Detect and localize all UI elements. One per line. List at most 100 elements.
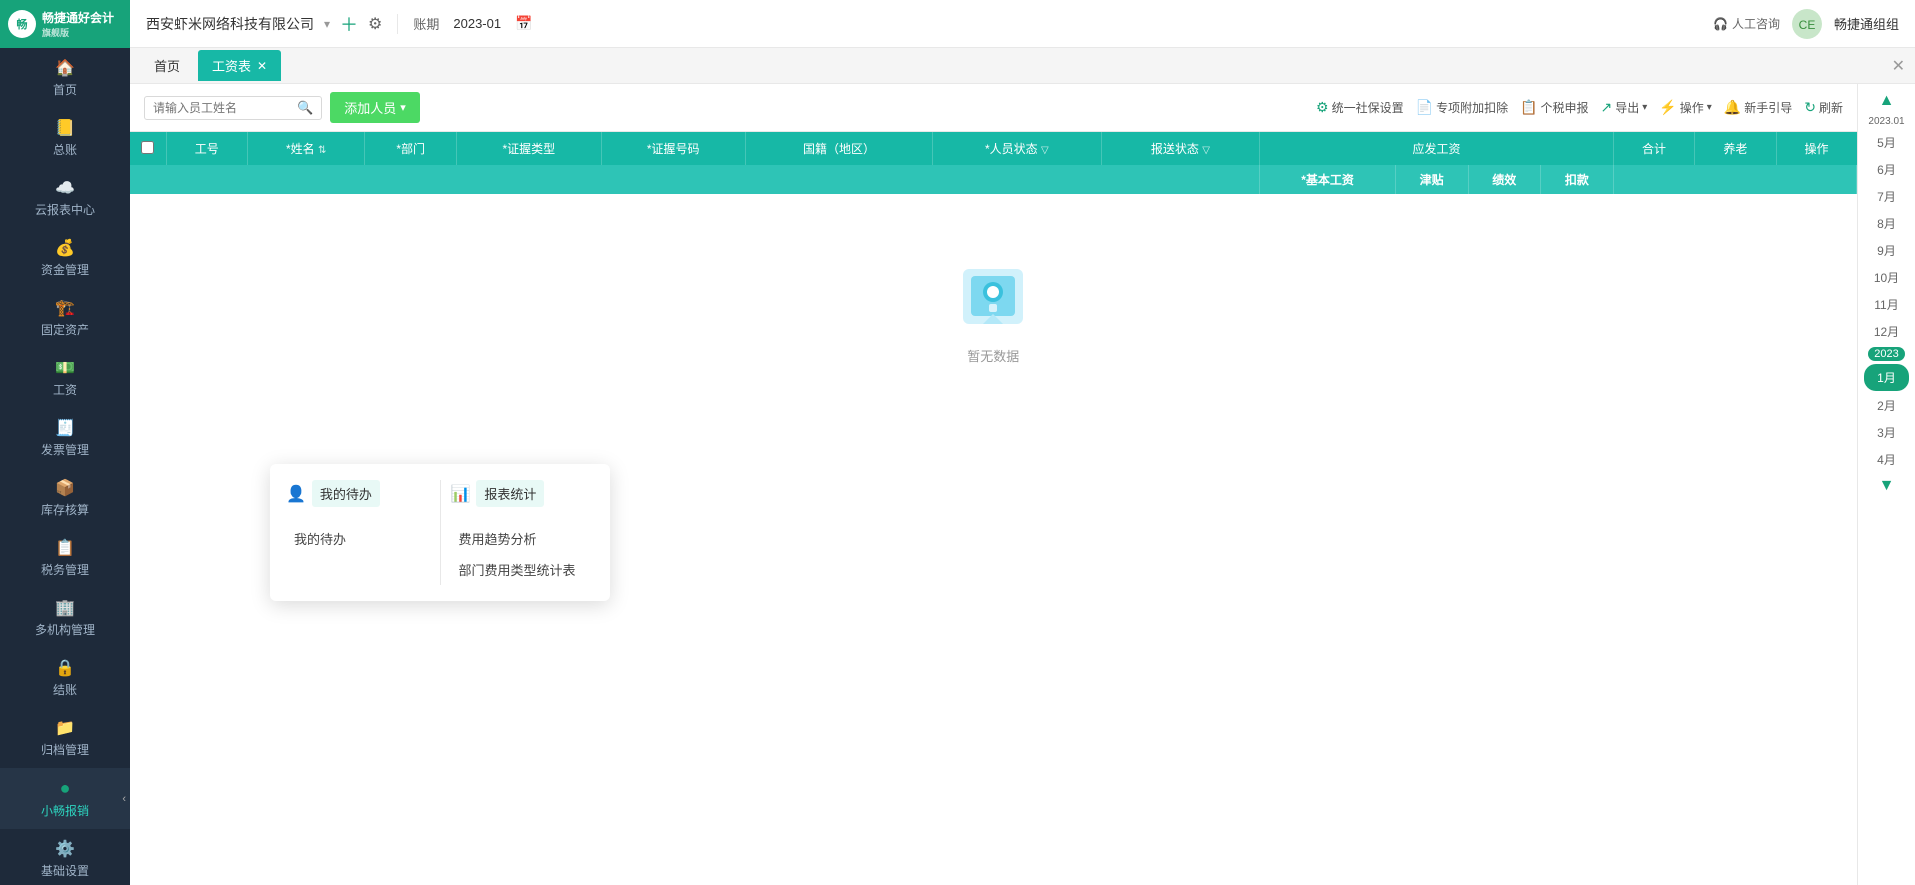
sidebar-label-multi: 多机构管理	[35, 621, 95, 638]
logo-text-group: 畅捷通好会计 旗舰版	[42, 9, 114, 39]
company-dropdown-icon[interactable]: ▾	[324, 17, 330, 31]
toolbar: 🔍 添加人员 ▾ ⚙ 统一社保设置 📄 专项附加扣除	[130, 84, 1857, 132]
popup-section2-label: 报表统计	[476, 480, 544, 507]
timeline-month-5[interactable]: 5月	[1858, 129, 1915, 156]
add-person-button[interactable]: 添加人员 ▾	[330, 92, 420, 123]
social-security-action[interactable]: ⚙ 统一社保设置	[1316, 99, 1404, 116]
operations-dropdown-icon: ▾	[1707, 102, 1712, 113]
timeline-month-4[interactable]: 4月	[1858, 446, 1915, 473]
popup-item-expense-trend[interactable]: 费用趋势分析	[451, 523, 595, 554]
social-security-label: 统一社保设置	[1332, 99, 1404, 116]
select-all-checkbox[interactable]	[141, 141, 154, 154]
popup-section1-label: 我的待办	[312, 480, 380, 507]
sidebar-label-assets: 固定资产	[41, 321, 89, 338]
tab-home[interactable]: 首页	[140, 50, 194, 81]
send-status-filter-icon[interactable]: ▽	[1202, 145, 1210, 156]
empty-state-text: 暂无数据	[967, 346, 1019, 365]
search-box: 🔍	[144, 96, 322, 120]
timeline-month-6[interactable]: 6月	[1858, 156, 1915, 183]
logo-sub: 旗舰版	[42, 26, 114, 39]
sidebar-item-archive[interactable]: 📁 归档管理	[0, 708, 130, 768]
refresh-action[interactable]: ↻ 刷新	[1804, 99, 1843, 116]
service-button[interactable]: 🎧 人工咨询	[1713, 15, 1780, 32]
status-filter-icon[interactable]: ▽	[1041, 145, 1049, 156]
period-value: 2023-01	[453, 16, 501, 31]
timeline-down-nav[interactable]: ▼	[1875, 473, 1899, 499]
tab-salary-table[interactable]: 工资表 ✕	[198, 50, 281, 81]
add-dropdown-arrow: ▾	[400, 101, 406, 114]
th-status: *人员状态 ▽	[932, 132, 1101, 165]
new-guide-action[interactable]: 🔔 新手引导	[1724, 99, 1792, 116]
sidebar-item-tax[interactable]: 📋 税务管理	[0, 528, 130, 588]
year-badge-2023: 2023	[1868, 347, 1904, 361]
timeline-month-12[interactable]: 12月	[1858, 318, 1915, 345]
th-spacer	[130, 165, 1260, 194]
timeline-month-3[interactable]: 3月	[1858, 419, 1915, 446]
th-total: 合计	[1613, 132, 1694, 165]
service-label: 人工咨询	[1732, 15, 1780, 32]
timeline-month-11[interactable]: 11月	[1858, 291, 1915, 318]
operations-label: 操作	[1680, 99, 1704, 116]
th-name-sort[interactable]: *姓名	[286, 142, 315, 156]
export-action[interactable]: ↗ 导出 ▾	[1601, 99, 1648, 116]
sidebar-item-home[interactable]: 🏠 首页	[0, 48, 130, 108]
popup-section2-header: 📊 报表统计	[451, 480, 595, 513]
empty-state-cell: 暂无数据	[130, 194, 1857, 425]
timeline-up-nav[interactable]: ▲	[1875, 88, 1899, 114]
popup-item-dept-expense[interactable]: 部门费用类型统计表	[451, 554, 595, 585]
sidebar-item-multi[interactable]: 🏢 多机构管理	[0, 588, 130, 648]
popup-section1-header: 👤 我的待办	[286, 480, 430, 513]
sidebar-label-ledger: 总账	[53, 141, 77, 158]
sidebar-item-xiaochang[interactable]: ● 小畅报销 ‹	[0, 768, 130, 829]
th-operations: 操作	[1776, 132, 1856, 165]
empty-state: 暂无数据	[130, 194, 1857, 425]
topbar-settings-icon[interactable]: ⚙	[368, 14, 382, 34]
empty-row: 暂无数据	[130, 194, 1857, 425]
sidebar-label-home: 首页	[53, 81, 77, 98]
th-nationality: 国籍（地区）	[745, 132, 932, 165]
sidebar-item-assets[interactable]: 🏗️ 固定资产	[0, 288, 130, 348]
tab-salary-label: 工资表	[212, 56, 251, 75]
th-send-status: 报送状态 ▽	[1101, 132, 1260, 165]
sidebar-item-salary[interactable]: 💵 工资	[0, 348, 130, 408]
tax-declaration-action[interactable]: 📋 个税申报	[1520, 99, 1588, 116]
headset-icon: 🎧	[1713, 17, 1728, 31]
th-bonus: 绩效	[1468, 165, 1541, 194]
salary-icon: 💵	[55, 358, 75, 378]
th-pension: 养老	[1695, 132, 1776, 165]
th-allowance: 津贴	[1395, 165, 1468, 194]
tab-close-right-icon[interactable]: ✕	[1892, 56, 1905, 76]
special-deduction-action[interactable]: 📄 专项附加扣除	[1416, 99, 1508, 116]
sidebar-item-reports[interactable]: ☁️ 云报表中心	[0, 168, 130, 228]
timeline-month-2[interactable]: 2月	[1858, 392, 1915, 419]
timeline-month-10[interactable]: 10月	[1858, 264, 1915, 291]
operations-icon: ⚡	[1659, 99, 1676, 116]
th-salary-group: 应发工资	[1260, 132, 1614, 165]
search-icon[interactable]: 🔍	[297, 100, 313, 116]
tax-declaration-icon: 📋	[1520, 99, 1537, 116]
sidebar-item-invoice[interactable]: 🧾 发票管理	[0, 408, 130, 468]
sidebar-item-basic[interactable]: ⚙️ 基础设置	[0, 829, 130, 885]
timeline-month-8[interactable]: 8月	[1858, 210, 1915, 237]
sidebar-item-inventory[interactable]: 📦 库存核算	[0, 468, 130, 528]
timeline-month-9[interactable]: 9月	[1858, 237, 1915, 264]
timeline-month-1[interactable]: 1月	[1864, 364, 1909, 391]
tab-close-icon[interactable]: ✕	[257, 59, 267, 73]
search-input[interactable]	[153, 101, 293, 115]
timeline-year-label: 2023.01	[1868, 116, 1904, 127]
operations-action[interactable]: ⚡ 操作 ▾	[1659, 99, 1711, 116]
th-id-type: *证握类型	[457, 132, 601, 165]
period-calendar-icon[interactable]: 📅	[515, 15, 532, 32]
popup-item-my-todo[interactable]: 我的待办	[286, 523, 430, 554]
sidebar-collapse-icon: ‹	[122, 793, 126, 805]
user-avatar: CE	[1792, 9, 1822, 39]
sidebar-item-closing[interactable]: 🔒 结账	[0, 648, 130, 708]
timeline-month-7[interactable]: 7月	[1858, 183, 1915, 210]
topbar-add-icon[interactable]: ＋	[340, 11, 358, 37]
user-name[interactable]: 畅捷通组组	[1834, 14, 1899, 33]
sidebar-item-finance[interactable]: 💰 资金管理	[0, 228, 130, 288]
sidebar-item-ledger[interactable]: 📒 总账	[0, 108, 130, 168]
period-label: 账期	[413, 14, 439, 33]
sidebar-label-invoice: 发票管理	[41, 441, 89, 458]
refresh-icon: ↻	[1804, 99, 1816, 116]
